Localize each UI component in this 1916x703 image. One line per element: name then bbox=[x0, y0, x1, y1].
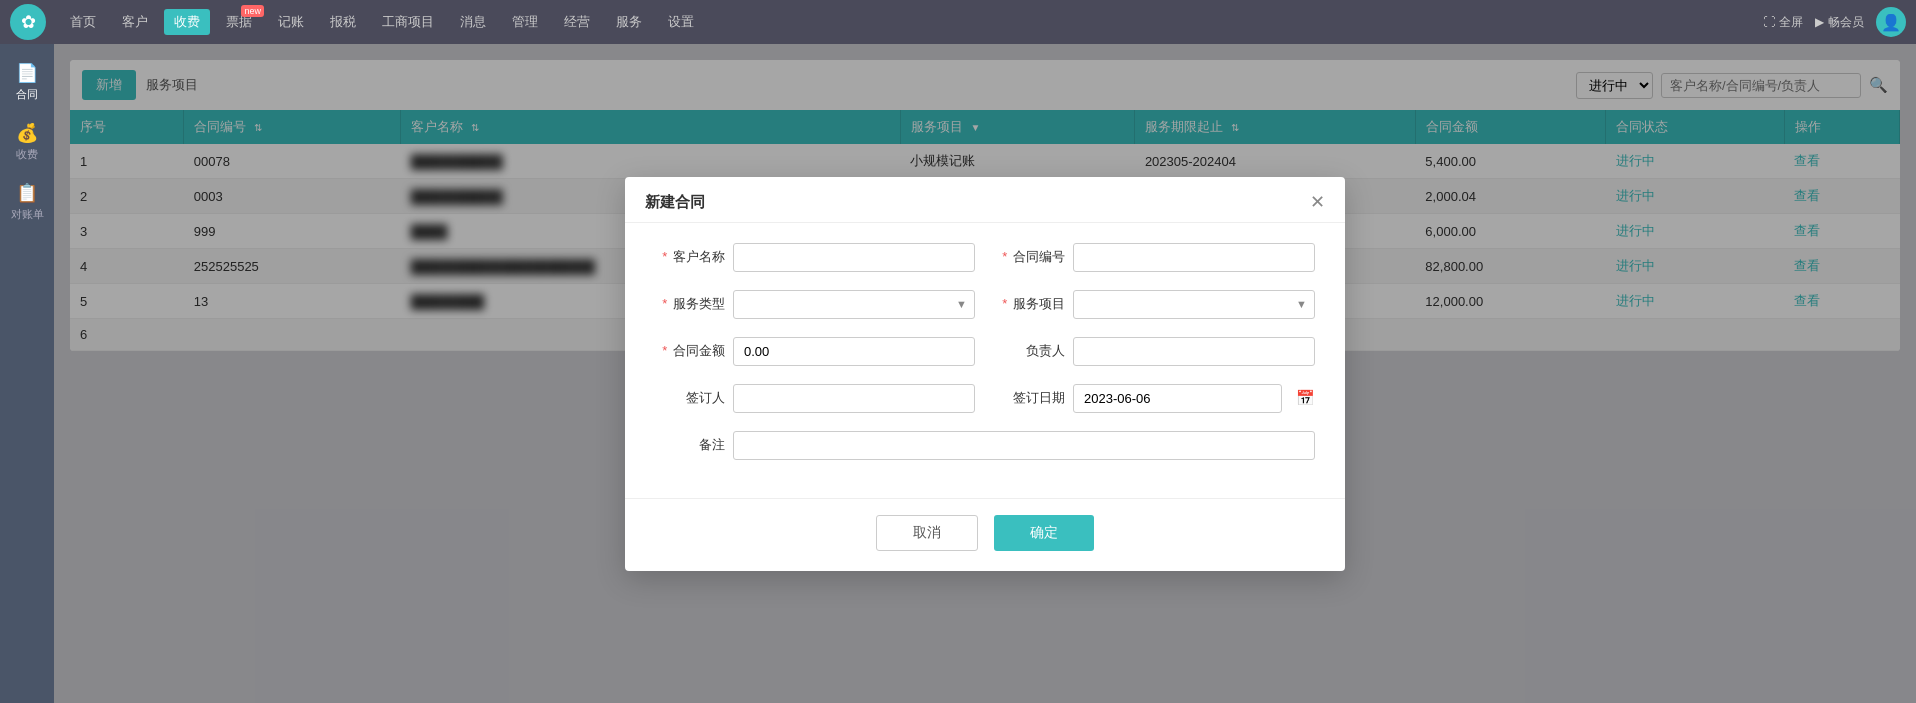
required-star: * bbox=[662, 343, 667, 358]
label-text: 服务类型 bbox=[673, 296, 725, 311]
modal-title: 新建合同 bbox=[645, 193, 705, 212]
service-type-label: * 服务类型 bbox=[655, 295, 725, 313]
content-area: 新增 服务项目 进行中 已完成 全部 🔍 序号 合同编号 bbox=[54, 44, 1916, 703]
required-star: * bbox=[1002, 249, 1007, 264]
nav-bookkeeping[interactable]: 记账 bbox=[268, 9, 314, 35]
nav-service[interactable]: 服务 bbox=[606, 9, 652, 35]
modal-new-contract: 新建合同 ✕ * 客户名称 bbox=[625, 177, 1345, 571]
label-text: 签订人 bbox=[686, 390, 725, 405]
user-avatar[interactable]: 👤 bbox=[1876, 7, 1906, 37]
form-group-sign-date: 签订日期 📅 bbox=[995, 384, 1315, 413]
amount-input[interactable] bbox=[733, 337, 975, 366]
member-label: 畅会员 bbox=[1828, 14, 1864, 31]
required-star: * bbox=[662, 296, 667, 311]
nav-operation[interactable]: 经营 bbox=[554, 9, 600, 35]
form-group-remark: 备注 bbox=[655, 431, 1315, 460]
member-icon: ▶ bbox=[1815, 15, 1824, 29]
label-text: 合同编号 bbox=[1013, 249, 1065, 264]
nav-tax[interactable]: 报税 bbox=[320, 9, 366, 35]
top-nav: ✿ 首页 客户 收费 票据new 记账 报税 工商项目 消息 管理 经营 服务 … bbox=[0, 0, 1916, 44]
modal-body: * 客户名称 * 合同编号 bbox=[625, 223, 1345, 498]
contract-no-input[interactable] bbox=[1073, 243, 1315, 272]
customer-name-input[interactable] bbox=[733, 243, 975, 272]
reconciliation-icon: 📋 bbox=[16, 182, 38, 204]
fullscreen-icon: ⛶ bbox=[1763, 15, 1775, 29]
service-item-select-wrapper: ▼ bbox=[1073, 290, 1315, 319]
form-group-customer: * 客户名称 bbox=[655, 243, 975, 272]
nav-message[interactable]: 消息 bbox=[450, 9, 496, 35]
amount-label: * 合同金额 bbox=[655, 342, 725, 360]
label-text: 客户名称 bbox=[673, 249, 725, 264]
remark-input[interactable] bbox=[733, 431, 1315, 460]
nav-fee[interactable]: 收费 bbox=[164, 9, 210, 35]
required-star: * bbox=[1002, 296, 1007, 311]
nav-home[interactable]: 首页 bbox=[60, 9, 106, 35]
confirm-button[interactable]: 确定 bbox=[994, 515, 1094, 551]
sidebar-item-fee[interactable]: 💰 收费 bbox=[3, 114, 51, 170]
label-text: 服务项目 bbox=[1013, 296, 1065, 311]
service-item-label: * 服务项目 bbox=[995, 295, 1065, 313]
modal-close-button[interactable]: ✕ bbox=[1310, 193, 1325, 211]
responsible-label: 负责人 bbox=[995, 342, 1065, 360]
nav-invoice[interactable]: 票据new bbox=[216, 9, 262, 35]
nav-customer[interactable]: 客户 bbox=[112, 9, 158, 35]
signer-input[interactable] bbox=[733, 384, 975, 413]
remark-label: 备注 bbox=[655, 436, 725, 454]
fullscreen-label: 全屏 bbox=[1779, 14, 1803, 31]
service-type-select-wrapper: ▼ bbox=[733, 290, 975, 319]
label-text: 备注 bbox=[699, 437, 725, 452]
customer-name-label: * 客户名称 bbox=[655, 248, 725, 266]
nav-business[interactable]: 工商项目 bbox=[372, 9, 444, 35]
modal-header: 新建合同 ✕ bbox=[625, 177, 1345, 223]
sign-date-label: 签订日期 bbox=[995, 389, 1065, 407]
form-row-5: 备注 bbox=[655, 431, 1315, 460]
member-button[interactable]: ▶ 畅会员 bbox=[1815, 14, 1864, 31]
form-group-amount: * 合同金额 bbox=[655, 337, 975, 366]
form-group-signer: 签订人 bbox=[655, 384, 975, 413]
service-item-select[interactable] bbox=[1073, 290, 1315, 319]
form-row-2: * 服务类型 ▼ * bbox=[655, 290, 1315, 319]
nav-settings[interactable]: 设置 bbox=[658, 9, 704, 35]
form-row-3: * 合同金额 负责人 bbox=[655, 337, 1315, 366]
sidebar-item-contract-label: 合同 bbox=[16, 87, 38, 102]
nav-items: 首页 客户 收费 票据new 记账 报税 工商项目 消息 管理 经营 服务 设置 bbox=[60, 9, 1763, 35]
cancel-button[interactable]: 取消 bbox=[876, 515, 978, 551]
contract-no-label: * 合同编号 bbox=[995, 248, 1065, 266]
modal-overlay: 新建合同 ✕ * 客户名称 bbox=[54, 44, 1916, 703]
required-star: * bbox=[662, 249, 667, 264]
sidebar-item-fee-label: 收费 bbox=[16, 147, 38, 162]
form-row-4: 签订人 签订日期 📅 bbox=[655, 384, 1315, 413]
sidebar-item-reconciliation-label: 对账单 bbox=[11, 207, 44, 222]
label-text: 签订日期 bbox=[1013, 390, 1065, 405]
form-group-contract-no: * 合同编号 bbox=[995, 243, 1315, 272]
label-text: 负责人 bbox=[1026, 343, 1065, 358]
main-layout: 📄 合同 💰 收费 📋 对账单 新增 服务项目 进行中 已完成 全部 bbox=[0, 44, 1916, 703]
fee-icon: 💰 bbox=[16, 122, 38, 144]
new-badge: new bbox=[241, 5, 264, 17]
responsible-input[interactable] bbox=[1073, 337, 1315, 366]
sign-date-input[interactable] bbox=[1073, 384, 1282, 413]
sidebar-item-reconciliation[interactable]: 📋 对账单 bbox=[3, 174, 51, 230]
calendar-icon[interactable]: 📅 bbox=[1296, 389, 1315, 407]
label-text: 合同金额 bbox=[673, 343, 725, 358]
right-actions: ⛶ 全屏 ▶ 畅会员 👤 bbox=[1763, 7, 1906, 37]
nav-management[interactable]: 管理 bbox=[502, 9, 548, 35]
logo[interactable]: ✿ bbox=[10, 4, 46, 40]
left-sidebar: 📄 合同 💰 收费 📋 对账单 bbox=[0, 44, 54, 703]
form-row-1: * 客户名称 * 合同编号 bbox=[655, 243, 1315, 272]
sidebar-item-contract[interactable]: 📄 合同 bbox=[3, 54, 51, 110]
contract-icon: 📄 bbox=[16, 62, 38, 84]
form-group-responsible: 负责人 bbox=[995, 337, 1315, 366]
modal-footer: 取消 确定 bbox=[625, 498, 1345, 571]
service-type-select[interactable] bbox=[733, 290, 975, 319]
form-group-service-type: * 服务类型 ▼ bbox=[655, 290, 975, 319]
fullscreen-button[interactable]: ⛶ 全屏 bbox=[1763, 14, 1803, 31]
signer-label: 签订人 bbox=[655, 389, 725, 407]
form-group-service-item: * 服务项目 ▼ bbox=[995, 290, 1315, 319]
